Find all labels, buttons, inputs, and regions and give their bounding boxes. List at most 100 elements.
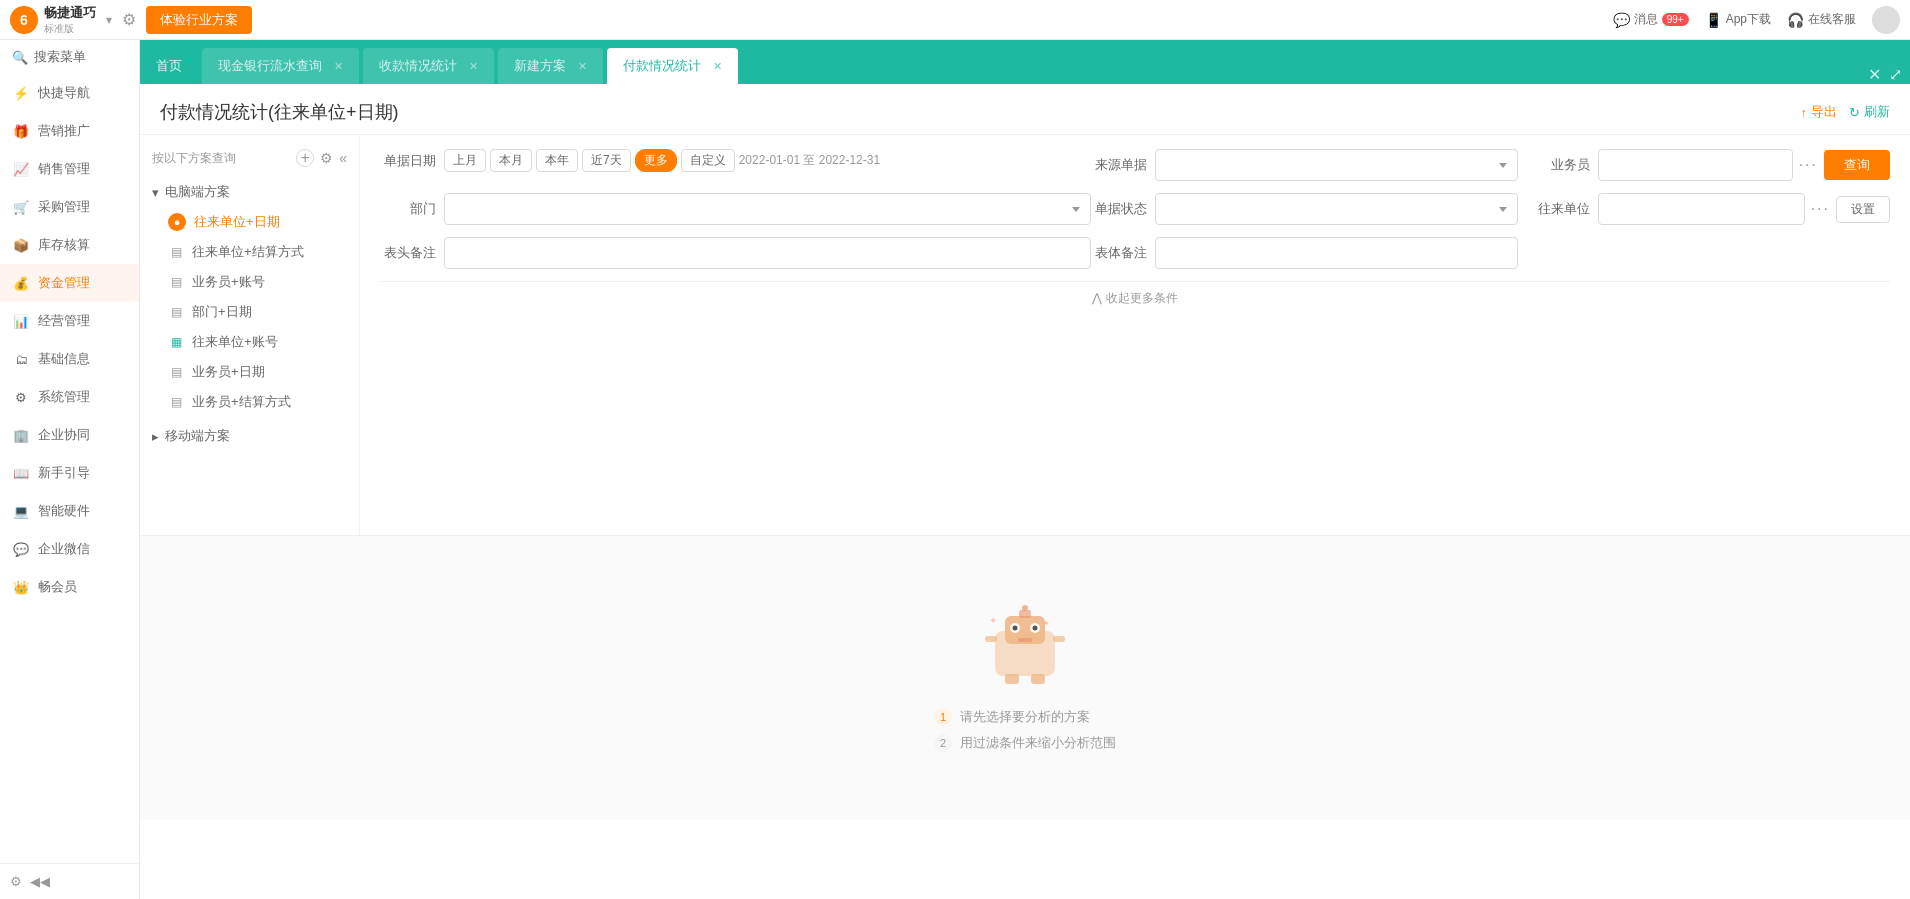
sidebar: 搜索菜单 ⚡快捷导航🎁营销推广📈销售管理🛒采购管理📦库存核算💰资金管理📊经营管理… — [0, 40, 140, 899]
export-button[interactable]: ↑ 导出 — [1801, 103, 1838, 121]
sidebar-item-hardware[interactable]: 💻智能硬件 — [0, 492, 139, 530]
sidebar-item-base[interactable]: 🗂基础信息 — [0, 340, 139, 378]
partner-dots-btn[interactable]: ··· — [1811, 200, 1830, 218]
tab-actions: ✕ ⤢ — [1860, 65, 1910, 84]
svg-rect-10 — [1031, 674, 1045, 684]
logo-dropdown-icon[interactable]: ▾ — [106, 13, 112, 27]
tab-receivable-close[interactable] — [469, 59, 478, 73]
voucher-status-select[interactable] — [1155, 193, 1518, 225]
top-bar: 6 畅捷通巧 标准版 ▾ ⚙ 体验行业方案 消息 99+ App下载 — [0, 0, 1910, 40]
scheme-item-unit-account[interactable]: 往来单位+账号 — [140, 327, 359, 357]
tab-new-scheme[interactable]: 新建方案 — [498, 48, 603, 84]
search-menu-item[interactable]: 搜索菜单 — [0, 40, 139, 74]
scheme-item-unit-payment-icon — [168, 244, 184, 260]
scheme-pc-group-header[interactable]: ▾ 电脑端方案 — [140, 177, 359, 207]
sidebar-item-wechat[interactable]: 💬企业微信 — [0, 530, 139, 568]
collapse-button[interactable]: ⋀ 收起更多条件 — [1084, 283, 1185, 313]
empty-state-container: ✦ ✦ 1 请先选择要分析的方案 2 用过滤条件来缩小分析范围 — [140, 535, 1910, 820]
date-btn-this-year[interactable]: 本年 — [536, 149, 578, 172]
sidebar-item-finance[interactable]: 💰资金管理 — [0, 264, 139, 302]
sidebar-item-corp[interactable]: 🏢企业协同 — [0, 416, 139, 454]
source-label: 来源单据 — [1091, 156, 1147, 174]
scheme-item-staff-date-label: 业务员+日期 — [192, 363, 265, 381]
tab-bank-flow-close[interactable] — [334, 59, 343, 73]
source-select[interactable] — [1155, 149, 1518, 181]
staff-label: 业务员 — [1534, 156, 1590, 174]
scheme-mobile-group-header[interactable]: ▸ 移动端方案 — [140, 421, 359, 451]
settings-icon[interactable]: ⚙ — [122, 10, 136, 29]
tip-2-text: 用过滤条件来缩小分析范围 — [960, 734, 1116, 752]
sidebar-icon-manage: 📊 — [12, 312, 30, 330]
partner-input[interactable] — [1598, 193, 1804, 225]
tab-payment-stat[interactable]: 付款情况统计 — [607, 48, 738, 84]
tab-close-all-icon[interactable]: ✕ — [1868, 65, 1881, 84]
date-btn-custom[interactable]: 自定义 — [681, 149, 735, 172]
sidebar-item-system[interactable]: ⚙系统管理 — [0, 378, 139, 416]
date-btn-7days[interactable]: 近7天 — [582, 149, 631, 172]
scheme-item-unit-date[interactable]: ● 往来单位+日期 — [140, 207, 359, 237]
sidebar-icon-inventory: 📦 — [12, 236, 30, 254]
user-avatar[interactable] — [1872, 6, 1900, 34]
sidebar-settings-icon[interactable]: ⚙ — [10, 874, 22, 889]
sidebar-label-guide: 新手引导 — [38, 464, 90, 482]
search-icon — [12, 50, 28, 65]
refresh-button[interactable]: ↻ 刷新 — [1849, 103, 1890, 121]
scheme-pc-label: 电脑端方案 — [165, 183, 230, 201]
empty-state-illustration: ✦ ✦ — [975, 596, 1075, 696]
staff-input[interactable] — [1598, 149, 1792, 181]
scheme-item-dept-date[interactable]: 部门+日期 — [140, 297, 359, 327]
industry-button[interactable]: 体验行业方案 — [146, 6, 252, 34]
scheme-add-icon[interactable]: + — [296, 149, 314, 167]
scheme-item-staff-payment[interactable]: 业务员+结算方式 — [140, 387, 359, 417]
dept-select[interactable] — [444, 193, 1091, 225]
scheme-collapse-icon[interactable]: « — [339, 150, 347, 166]
sidebar-item-inventory[interactable]: 📦库存核算 — [0, 226, 139, 264]
scheme-item-staff-payment-icon — [168, 394, 184, 410]
tab-payment-stat-close[interactable] — [713, 59, 722, 73]
sidebar-item-sales[interactable]: 📈销售管理 — [0, 150, 139, 188]
scheme-item-staff-date-icon — [168, 364, 184, 380]
collapse-label: 收起更多条件 — [1106, 291, 1178, 305]
scheme-item-staff-date[interactable]: 业务员+日期 — [140, 357, 359, 387]
messages-button[interactable]: 消息 99+ — [1613, 11, 1689, 28]
date-control: 上月 本月 本年 近7天 更多 自定义 2022-01-01 至 2022-12… — [444, 149, 1091, 172]
sidebar-item-manage[interactable]: 📊经营管理 — [0, 302, 139, 340]
sidebar-item-guide[interactable]: 📖 新手引导 — [0, 454, 139, 492]
tab-receivable[interactable]: 收款情况统计 — [363, 48, 494, 84]
scheme-item-staff-payment-label: 业务员+结算方式 — [192, 393, 291, 411]
sidebar-item-marketing[interactable]: 🎁营销推广 — [0, 112, 139, 150]
date-btn-more[interactable]: 更多 — [635, 149, 677, 172]
main-area: 搜索菜单 ⚡快捷导航🎁营销推广📈销售管理🛒采购管理📦库存核算💰资金管理📊经营管理… — [0, 40, 1910, 899]
sidebar-label-hardware: 智能硬件 — [38, 502, 90, 520]
scheme-item-dept-date-icon — [168, 304, 184, 320]
dept-dropdown-icon — [1072, 207, 1080, 212]
tab-new-scheme-close[interactable] — [578, 59, 587, 73]
sidebar-item-purchase[interactable]: 🛒采购管理 — [0, 188, 139, 226]
tab-maximize-icon[interactable]: ⤢ — [1889, 65, 1902, 84]
body-note-input[interactable] — [1155, 237, 1518, 269]
sidebar-item-member[interactable]: 👑畅会员 — [0, 568, 139, 606]
staff-control: ··· 查询 — [1598, 149, 1890, 181]
logo-text: 畅捷通巧 — [44, 4, 96, 22]
date-btn-this-month[interactable]: 本月 — [490, 149, 532, 172]
sidebar-item-quick-nav[interactable]: ⚡快捷导航 — [0, 74, 139, 112]
scheme-item-unit-payment[interactable]: 往来单位+结算方式 — [140, 237, 359, 267]
sidebar-icon-guide: 📖 — [12, 464, 30, 482]
tab-bank-flow[interactable]: 现金银行流水查询 — [202, 48, 359, 84]
settings-button[interactable]: 设置 — [1836, 196, 1890, 223]
staff-dots-btn[interactable]: ··· — [1799, 156, 1818, 174]
filter-field-voucher-status: 单据状态 — [1091, 193, 1518, 225]
date-btn-last-month[interactable]: 上月 — [444, 149, 486, 172]
online-service-button[interactable]: 在线客服 — [1787, 11, 1856, 28]
logo-icon: 6 — [10, 6, 38, 34]
app-download-button[interactable]: App下载 — [1705, 11, 1771, 28]
sidebar-collapse-icon[interactable]: ◀◀ — [30, 874, 50, 889]
tab-home[interactable]: 首页 — [140, 48, 198, 84]
voucher-status-control — [1155, 193, 1518, 225]
header-note-input[interactable] — [444, 237, 1091, 269]
scheme-settings-icon[interactable]: ⚙ — [320, 150, 333, 166]
tab-bank-flow-label: 现金银行流水查询 — [218, 57, 322, 75]
scheme-item-unit-date-icon: ● — [168, 213, 186, 231]
query-button[interactable]: 查询 — [1824, 150, 1890, 180]
scheme-item-staff-account[interactable]: 业务员+账号 — [140, 267, 359, 297]
